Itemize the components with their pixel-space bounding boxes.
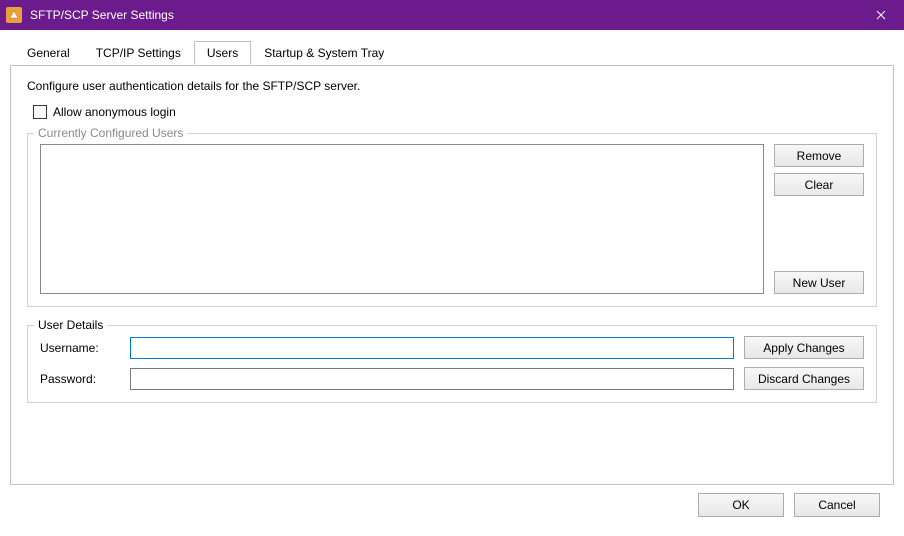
user-details-legend: User Details	[34, 318, 107, 332]
password-label: Password:	[40, 372, 120, 386]
tab-users[interactable]: Users	[194, 41, 251, 65]
discard-changes-button[interactable]: Discard Changes	[744, 367, 864, 390]
tab-general[interactable]: General	[14, 41, 83, 65]
username-label: Username:	[40, 341, 120, 355]
tab-panel-users: Configure user authentication details fo…	[10, 65, 894, 485]
tab-strip: General TCP/IP Settings Users Startup & …	[10, 41, 894, 66]
allow-anonymous-checkbox[interactable]	[33, 105, 47, 119]
users-listbox[interactable]	[40, 144, 764, 294]
titlebar: SFTP/SCP Server Settings	[0, 0, 904, 30]
tab-description: Configure user authentication details fo…	[27, 79, 877, 93]
clear-button[interactable]: Clear	[774, 173, 864, 196]
ok-button[interactable]: OK	[698, 493, 784, 517]
cancel-button[interactable]: Cancel	[794, 493, 880, 517]
dialog-footer: OK Cancel	[10, 485, 894, 517]
close-button[interactable]	[858, 0, 904, 30]
allow-anonymous-label: Allow anonymous login	[53, 105, 176, 119]
user-details-group: User Details Username: Apply Changes Pas…	[27, 325, 877, 403]
username-input[interactable]	[130, 337, 734, 359]
app-icon	[6, 7, 22, 23]
apply-changes-button[interactable]: Apply Changes	[744, 336, 864, 359]
configured-users-legend: Currently Configured Users	[34, 126, 187, 140]
password-input[interactable]	[130, 368, 734, 390]
tab-startup[interactable]: Startup & System Tray	[251, 41, 397, 65]
configured-users-group: Currently Configured Users Remove Clear …	[27, 133, 877, 307]
tab-tcpip[interactable]: TCP/IP Settings	[83, 41, 194, 65]
new-user-button[interactable]: New User	[774, 271, 864, 294]
window-title: SFTP/SCP Server Settings	[30, 8, 858, 22]
remove-button[interactable]: Remove	[774, 144, 864, 167]
